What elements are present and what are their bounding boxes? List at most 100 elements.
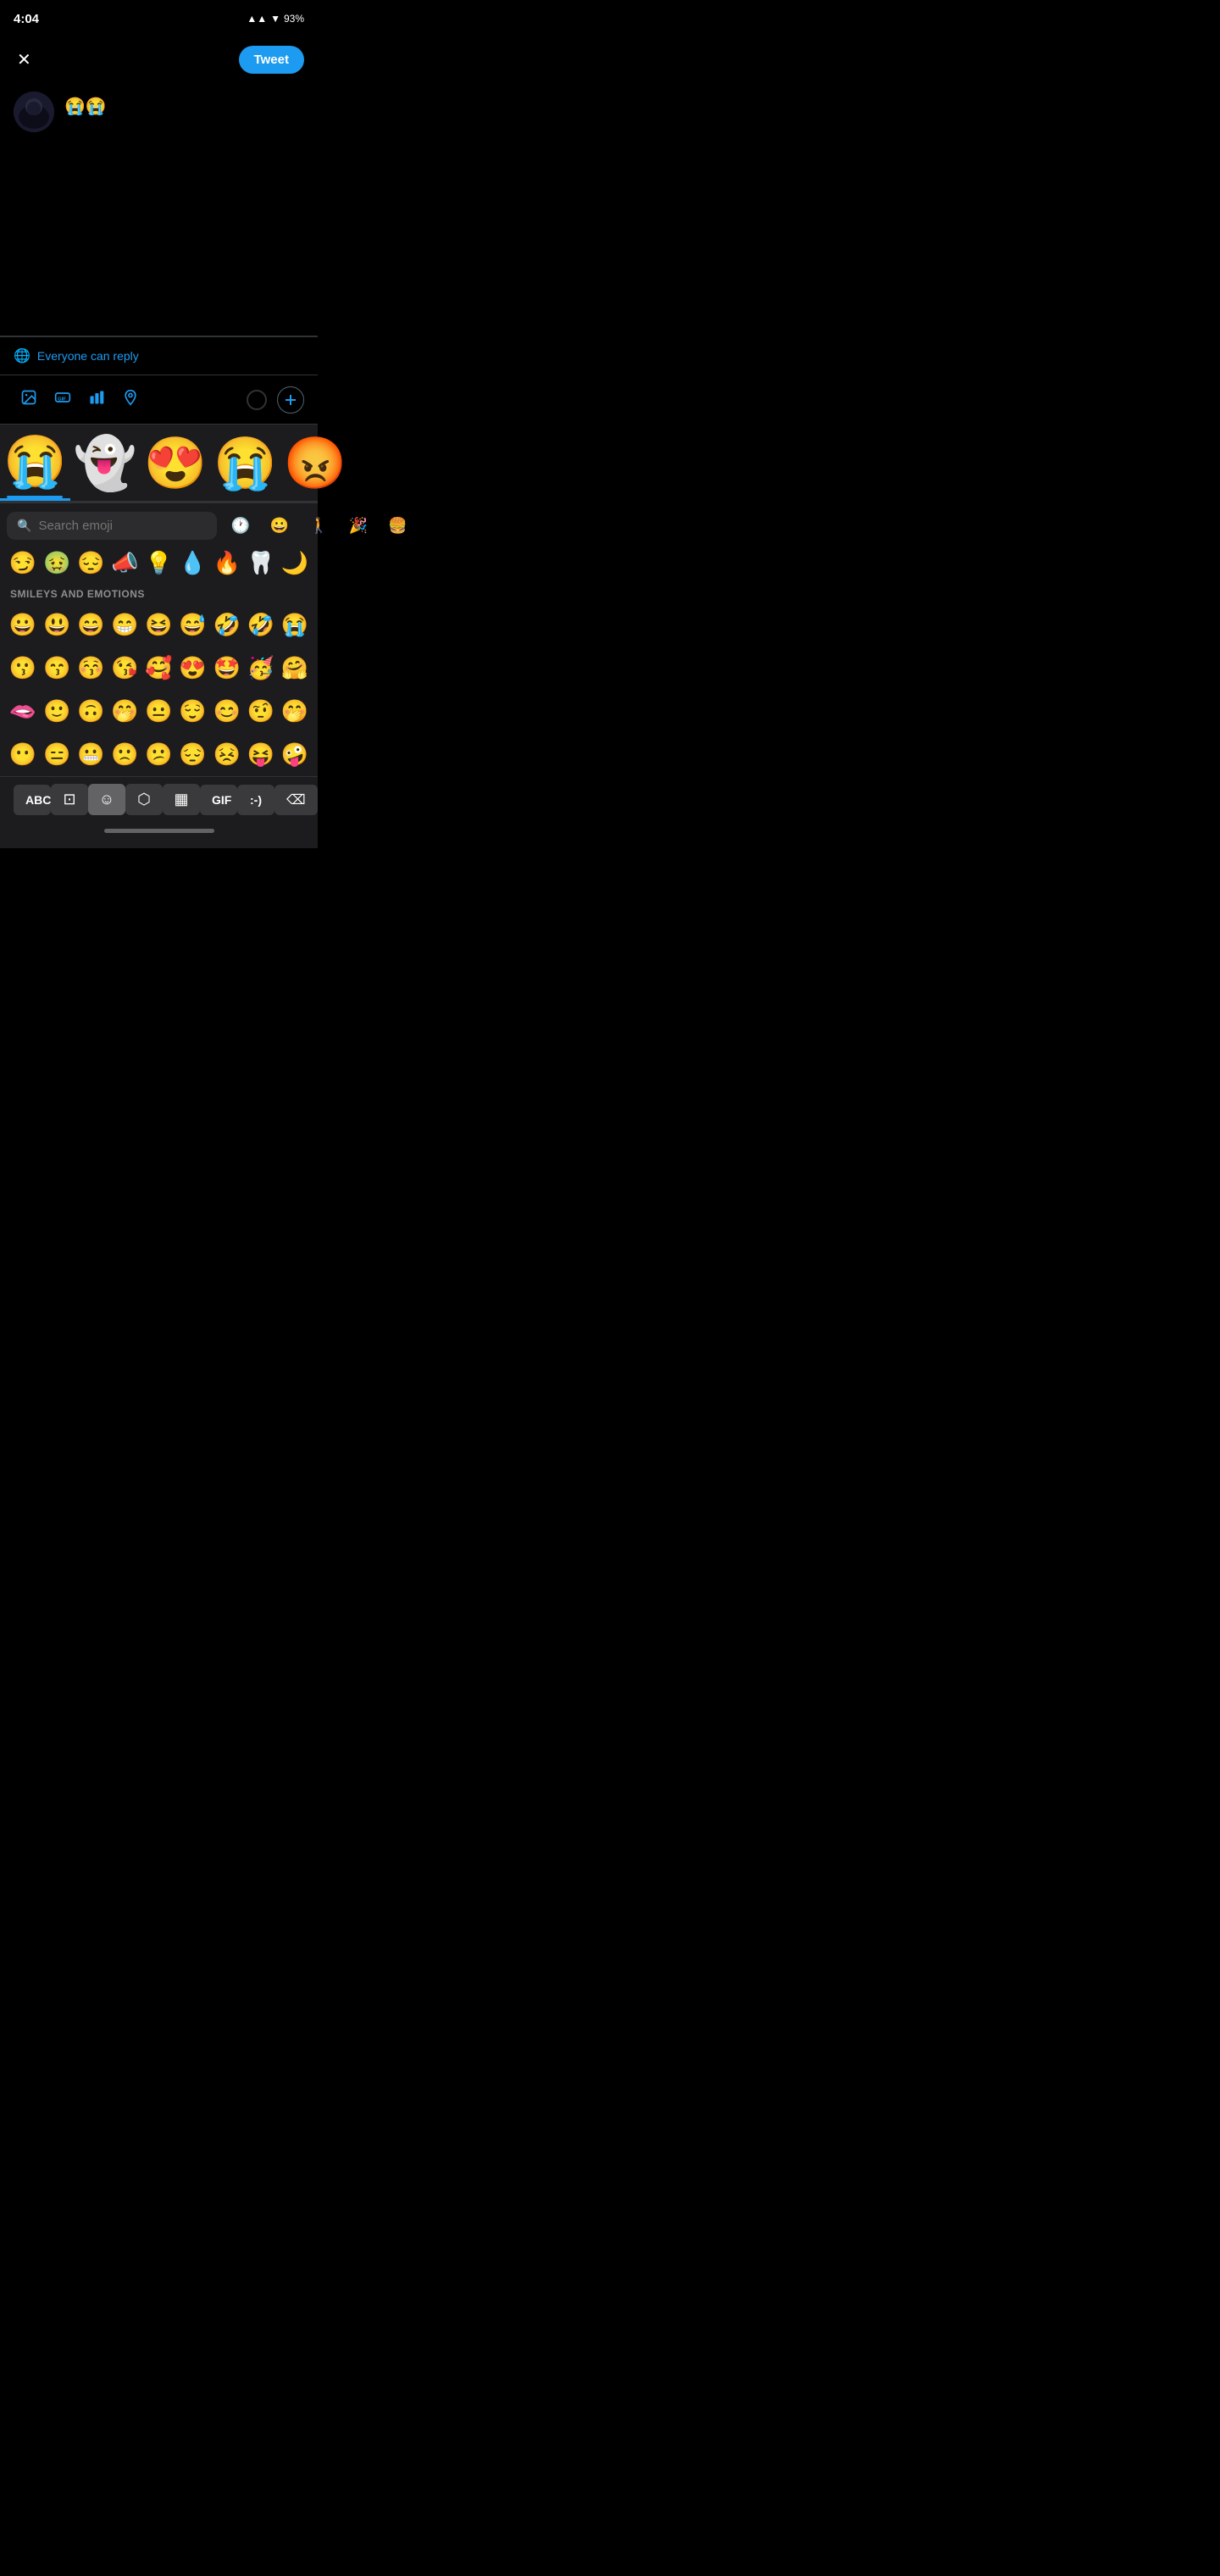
emoji-hand-over-mouth[interactable]: 🤭 [279, 693, 311, 730]
activities-tab[interactable]: 🎉 [342, 510, 374, 541]
emoji-grid-row-4: 😶 😑 😬 🙁 😕 😔 😣 😝 🤪 [0, 733, 318, 776]
emoji-grimace[interactable]: 😬 [75, 736, 107, 773]
backspace-button[interactable]: ⌫ [274, 785, 318, 815]
animated-button[interactable]: ▦ [163, 784, 200, 815]
emoji-hugging[interactable]: 🤗 [279, 650, 311, 686]
globe-icon: 🌐 [14, 347, 30, 364]
status-icons: ▲▲ ▼ 93% [247, 13, 304, 25]
food-tab[interactable]: 🍔 [381, 510, 413, 541]
home-bar-row [0, 822, 318, 836]
emoji-sweat-smile[interactable]: 😅 [177, 607, 209, 643]
emoji-crying[interactable]: 😭 [279, 607, 311, 643]
emoji-kissing-smile[interactable]: 😙 [41, 650, 73, 686]
smileys-tab[interactable]: 😀 [263, 510, 296, 541]
emoji-big-smile[interactable]: 😄 [75, 607, 107, 643]
emoji-picker: 😭 👻 😍 😭 😡 🔍 🕐 😀 🚶 🎉 🍔 😏 🤢 😔 📣 💡 💧 🔥 🦷 🌙 … [0, 425, 318, 848]
status-bar: 4:04 ▲▲ ▼ 93% [0, 0, 318, 37]
reply-setting-text: Everyone can reply [37, 349, 139, 363]
emoji-zany[interactable]: 🤪 [279, 736, 311, 773]
se-3[interactable]: 😔 [75, 548, 107, 578]
avatar [14, 92, 54, 132]
recent-emojis-row: 😭 👻 😍 😭 😡 [0, 425, 318, 503]
toolbar-icons: GIF [14, 382, 243, 417]
emoji-pensive[interactable]: 😔 [177, 736, 209, 773]
small-emoji-row: 😏 🤢 😔 📣 💡 💧 🔥 🦷 🌙 [0, 545, 318, 581]
avatar-image [14, 92, 54, 132]
recent-emoji-2[interactable]: 👻 [70, 426, 141, 500]
tweet-button[interactable]: Tweet [239, 46, 304, 74]
tweet-text-area[interactable]: 😭😭 [64, 92, 304, 325]
recent-emoji-5[interactable]: 😡 [280, 426, 351, 500]
emoji-search-icon: 🔍 [17, 519, 31, 533]
emoji-blush[interactable]: 😊 [211, 693, 243, 730]
emoji-grin[interactable]: 😃 [41, 607, 73, 643]
poll-button[interactable] [81, 382, 112, 417]
people-tab[interactable]: 🚶 [302, 510, 335, 541]
emoji-slightly-smile[interactable]: 🙂 [41, 693, 73, 730]
emoji-shushing[interactable]: 🤭 [108, 693, 141, 730]
top-bar: ✕ Tweet [0, 37, 318, 81]
emoji-upside-down[interactable]: 🙃 [75, 693, 107, 730]
emoji-relieved[interactable]: 😌 [177, 693, 209, 730]
sticker-button[interactable]: ⬡ [125, 784, 163, 815]
emoji-kissing-closed[interactable]: 😚 [75, 650, 107, 686]
image-button[interactable] [14, 382, 44, 417]
clipboard-button[interactable]: ⊡ [51, 784, 88, 815]
recent-emoji-4[interactable]: 😭 [210, 426, 280, 500]
se-1[interactable]: 😏 [7, 548, 39, 578]
emoji-heart-eyes[interactable]: 😍 [177, 650, 209, 686]
emoji-rofl[interactable]: 🤣 [211, 607, 243, 643]
se-4[interactable]: 📣 [108, 548, 141, 578]
status-time: 4:04 [14, 12, 39, 26]
emoji-confused[interactable]: 😕 [142, 736, 175, 773]
se-2[interactable]: 🤢 [41, 548, 73, 578]
location-button[interactable] [115, 382, 146, 417]
se-7[interactable]: 🔥 [211, 548, 243, 578]
close-button[interactable]: ✕ [14, 46, 35, 74]
recent-emoji-1[interactable]: 😭 [0, 425, 70, 501]
emoji-slightly-frown[interactable]: 🙁 [108, 736, 141, 773]
recent-emoji-3[interactable]: 😍 [140, 426, 210, 500]
add-content-button[interactable] [277, 386, 304, 414]
emoji-kissing[interactable]: 😗 [7, 650, 39, 686]
kaomoji-button[interactable]: :-) [237, 785, 274, 815]
section-label: SMILEYS AND EMOTIONS [0, 581, 318, 603]
compose-area: 😭😭 [0, 81, 318, 336]
battery-icon: 93% [284, 13, 304, 25]
se-9[interactable]: 🌙 [279, 548, 311, 578]
emoji-party[interactable]: 🥳 [245, 650, 277, 686]
reply-setting[interactable]: 🌐 Everyone can reply [0, 336, 318, 375]
emoji-rolling[interactable]: 🤣 [245, 607, 277, 643]
emoji-neutral[interactable]: 😐 [142, 693, 175, 730]
gif-button[interactable]: GIF [47, 382, 78, 417]
emoji-keyboard-button[interactable]: ☺ [88, 784, 125, 815]
emoji-grinning[interactable]: 😀 [7, 607, 39, 643]
emoji-raised-eyebrow[interactable]: 🤨 [245, 693, 277, 730]
abc-button[interactable]: ABC [14, 785, 51, 815]
se-5[interactable]: 💡 [142, 548, 175, 578]
home-bar [104, 829, 214, 833]
emoji-beam[interactable]: 😁 [108, 607, 141, 643]
wifi-icon: ▼ [270, 13, 280, 25]
emoji-grid-row-3: 🫦 🙂 🙃 🤭 😐 😌 😊 🤨 🤭 [0, 690, 318, 733]
tweet-content: 😭😭 [64, 97, 107, 116]
emoji-no-mouth[interactable]: 😶 [7, 736, 39, 773]
se-6[interactable]: 💧 [177, 548, 209, 578]
emoji-biting-lip[interactable]: 🫦 [7, 693, 39, 730]
emoji-search-input[interactable] [38, 519, 207, 533]
emoji-expressionless[interactable]: 😑 [41, 736, 73, 773]
char-counter [247, 390, 267, 410]
emoji-kiss[interactable]: 😘 [108, 650, 141, 686]
emoji-persevere[interactable]: 😣 [211, 736, 243, 773]
se-8[interactable]: 🦷 [245, 548, 277, 578]
signal-icon: ▲▲ [247, 13, 267, 25]
emoji-laughing[interactable]: 😆 [142, 607, 175, 643]
emoji-grid-row-2: 😗 😙 😚 😘 🥰 😍 🤩 🥳 🤗 [0, 647, 318, 690]
keyboard-bottom-bar: ABC ⊡ ☺ ⬡ ▦ GIF :-) ⌫ [0, 776, 318, 822]
svg-text:GIF: GIF [58, 397, 66, 402]
recent-tab[interactable]: 🕐 [224, 510, 256, 541]
emoji-stuck-out-tongue-wink[interactable]: 😝 [245, 736, 277, 773]
emoji-heart-face[interactable]: 🥰 [142, 650, 175, 686]
emoji-star-struck[interactable]: 🤩 [211, 650, 243, 686]
gif-keyboard-button[interactable]: GIF [200, 785, 237, 815]
